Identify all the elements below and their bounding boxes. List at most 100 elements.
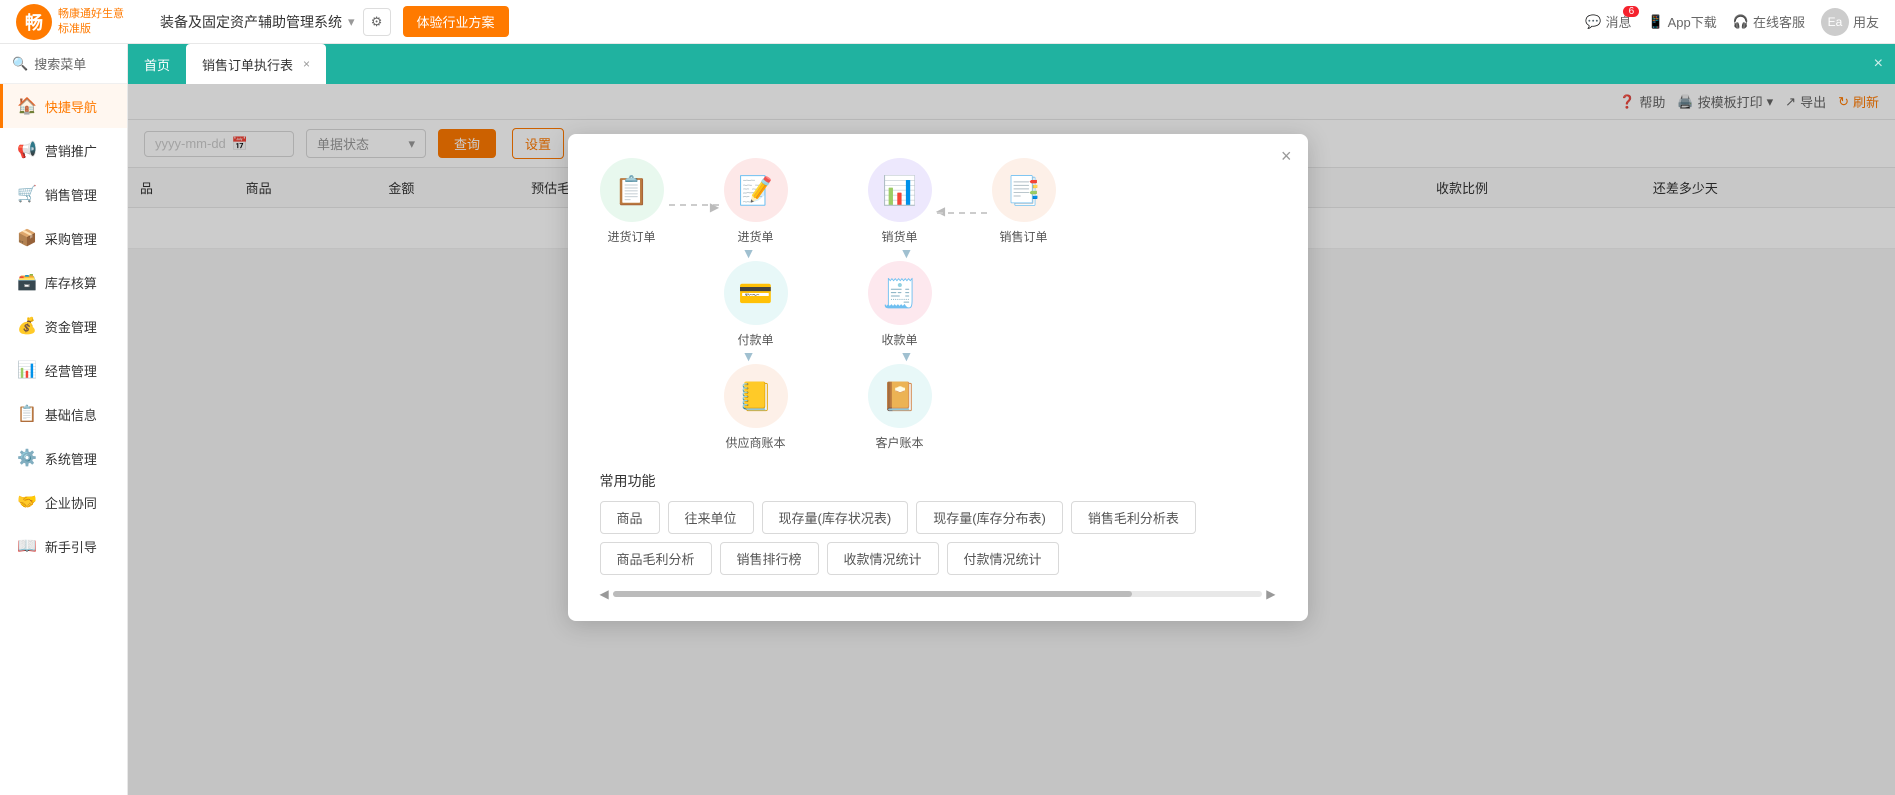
system-icon: ⚙️: [17, 448, 37, 468]
left-flow-col: 📋 进货订单 ▶ 📝 进货单: [600, 158, 788, 451]
common-functions-title: 常用功能: [600, 471, 1276, 491]
avatar: Ea: [1821, 8, 1849, 36]
sales-order-circle: 📑: [992, 158, 1056, 222]
sidebar-item-purchase[interactable]: 📦 采购管理: [0, 216, 127, 260]
sidebar-item-system[interactable]: ⚙️ 系统管理: [0, 436, 127, 480]
trial-button[interactable]: 体验行业方案: [403, 6, 509, 37]
dropdown-icon[interactable]: ▾: [348, 14, 355, 30]
app-download-button[interactable]: 📱 App下载: [1647, 12, 1716, 31]
sidebar-item-inventory[interactable]: 🗃️ 库存核算: [0, 260, 127, 304]
sidebar-item-guide[interactable]: 📖 新手引导: [0, 524, 127, 568]
tab-close-icon[interactable]: ×: [303, 57, 310, 71]
inventory-icon: 🗃️: [17, 272, 37, 292]
message-icon: 💬: [1585, 14, 1601, 30]
flow-node-customer-account[interactable]: 📔 客户账本: [868, 364, 932, 451]
func-btn-stock-dist[interactable]: 现存量(库存分布表): [916, 501, 1063, 534]
flow-row-2: 💳 付款单: [600, 261, 788, 348]
tab-home[interactable]: 首页: [128, 44, 186, 84]
arrow-h-1: ▶: [664, 172, 724, 232]
guide-icon: 📖: [17, 536, 37, 556]
func-btn-sales-rank[interactable]: 销售排行榜: [720, 542, 819, 575]
flow-row-3: 📒 供应商账本: [600, 364, 788, 451]
func-btn-goods-profit[interactable]: 商品毛利分析: [600, 542, 712, 575]
sidebar-item-marketing[interactable]: 📢 营销推广: [0, 128, 127, 172]
arrow-down-r1: ▼: [868, 245, 1056, 261]
sidebar-item-sales[interactable]: 🛒 销售管理: [0, 172, 127, 216]
basic-info-icon: 📋: [17, 404, 37, 424]
flow-row-r3: 📔 客户账本: [868, 364, 1056, 451]
sidebar-item-quick-nav[interactable]: 🏠 快捷导航: [0, 84, 127, 128]
flow-node-sales-order[interactable]: 📑 销售订单: [992, 158, 1056, 245]
search-icon: 🔍: [12, 56, 28, 72]
flow-node-supplier-account[interactable]: 📒 供应商账本: [724, 364, 788, 451]
payment-bill-circle: 💳: [724, 261, 788, 325]
logo-text: 畅康通好生意 标准版: [58, 7, 124, 36]
enterprise-icon: 🤝: [17, 492, 37, 512]
marketing-icon: 📢: [17, 140, 37, 160]
sidebar-item-enterprise[interactable]: 🤝 企业协同: [0, 480, 127, 524]
arrow-h-r1: ◀: [932, 172, 992, 232]
flow-node-receipt-bill[interactable]: 🧾 收款单: [868, 261, 932, 348]
flow-node-payment-bill[interactable]: 💳 付款单: [724, 261, 788, 348]
customer-account-circle: 📔: [868, 364, 932, 428]
sidebar-item-operations[interactable]: 📊 经营管理: [0, 348, 127, 392]
logo-area: 畅 畅康通好生意 标准版: [16, 4, 144, 40]
func-btn-goods[interactable]: 商品: [600, 501, 660, 534]
flow-row-1: 📋 进货订单 ▶ 📝 进货单: [600, 158, 788, 245]
func-btn-sales-profit[interactable]: 销售毛利分析表: [1071, 501, 1196, 534]
purchase-icon: 📦: [17, 228, 37, 248]
download-icon: 📱: [1647, 14, 1663, 30]
flow-row-r2: 🧾 收款单: [868, 261, 1056, 348]
finance-icon: 💰: [17, 316, 37, 336]
message-button[interactable]: 💬 消息 6: [1585, 12, 1631, 31]
tab-sales-order-exec[interactable]: 销售订单执行表 ×: [186, 44, 326, 84]
scrollbar-thumb: [613, 591, 1133, 597]
flow-node-purchase-bill[interactable]: 📝 进货单: [724, 158, 788, 245]
modal-close-button[interactable]: ×: [1281, 146, 1292, 167]
common-functions-section: 常用功能 商品 往来单位 现存量(库存状况表) 现存量(库存分布表) 销售毛利分…: [600, 471, 1276, 575]
function-buttons: 商品 往来单位 现存量(库存状况表) 现存量(库存分布表) 销售毛利分析表 商品…: [600, 501, 1276, 575]
supplier-account-circle: 📒: [724, 364, 788, 428]
operations-icon: 📊: [17, 360, 37, 380]
func-btn-payment-stats[interactable]: 付款情况统计: [947, 542, 1059, 575]
arrow-down-1: ▼: [600, 245, 788, 261]
modal-overlay[interactable]: × 📋 进货订单: [128, 84, 1895, 795]
sidebar-item-finance[interactable]: 💰 资金管理: [0, 304, 127, 348]
arrow-down-r2: ▼: [868, 348, 1056, 364]
top-bar: 畅 畅康通好生意 标准版 装备及固定资产辅助管理系统 ▾ ⚙ 体验行业方案 💬 …: [0, 0, 1895, 44]
settings-button[interactable]: ⚙: [363, 8, 391, 36]
online-service-button[interactable]: 🎧 在线客服: [1733, 12, 1805, 31]
flow-row-r1: 📊 销货单 ◀ 📑 销售订单: [868, 158, 1056, 245]
flow-node-purchase-order[interactable]: 📋 进货订单: [600, 158, 664, 245]
purchase-bill-circle: 📝: [724, 158, 788, 222]
modal-scrollbar: ◀ ▶: [600, 587, 1276, 601]
purchase-order-circle: 📋: [600, 158, 664, 222]
system-title: 装备及固定资产辅助管理系统: [160, 12, 342, 32]
func-btn-receipt-stats[interactable]: 收款情况统计: [827, 542, 939, 575]
sidebar-item-basic-info[interactable]: 📋 基础信息: [0, 392, 127, 436]
user-menu[interactable]: Ea 用友: [1821, 8, 1879, 36]
home-icon: 🏠: [17, 96, 37, 116]
tab-bar: 首页 销售订单执行表 × ×: [128, 44, 1895, 84]
app-title-area: 装备及固定资产辅助管理系统 ▾ ⚙ 体验行业方案: [144, 6, 1585, 37]
close-all-tabs-button[interactable]: ×: [1874, 55, 1883, 73]
scroll-right-button[interactable]: ▶: [1266, 587, 1275, 601]
sales-icon: 🛒: [17, 184, 37, 204]
sales-bill-circle: 📊: [868, 158, 932, 222]
search-menu-button[interactable]: 🔍 搜索菜单: [0, 44, 127, 84]
flow-diagram: 📋 进货订单 ▶ 📝 进货单: [600, 158, 1276, 451]
func-btn-stock-status[interactable]: 现存量(库存状况表): [762, 501, 909, 534]
logo-icon: 畅: [16, 4, 52, 40]
receipt-bill-circle: 🧾: [868, 261, 932, 325]
func-btn-partners[interactable]: 往来单位: [668, 501, 754, 534]
scrollbar-track[interactable]: [613, 591, 1263, 597]
arrow-down-2: ▼: [600, 348, 788, 364]
page-content: ❓ 帮助 🖨️ 按模板打印 ▾ ↗ 导出 ↻ 刷新: [128, 84, 1895, 795]
sidebar: 🔍 搜索菜单 🏠 快捷导航 📢 营销推广 🛒 销售管理 📦 采购管理 🗃️: [0, 44, 128, 795]
flow-node-sales-bill[interactable]: 📊 销货单: [868, 158, 932, 245]
quick-guide-modal: × 📋 进货订单: [568, 134, 1308, 621]
right-flow-col: 📊 销货单 ◀ 📑 销售订单: [868, 158, 1056, 451]
scroll-left-button[interactable]: ◀: [600, 587, 609, 601]
message-badge: 6: [1623, 6, 1639, 17]
top-actions: 💬 消息 6 📱 App下载 🎧 在线客服 Ea 用友: [1585, 8, 1879, 36]
